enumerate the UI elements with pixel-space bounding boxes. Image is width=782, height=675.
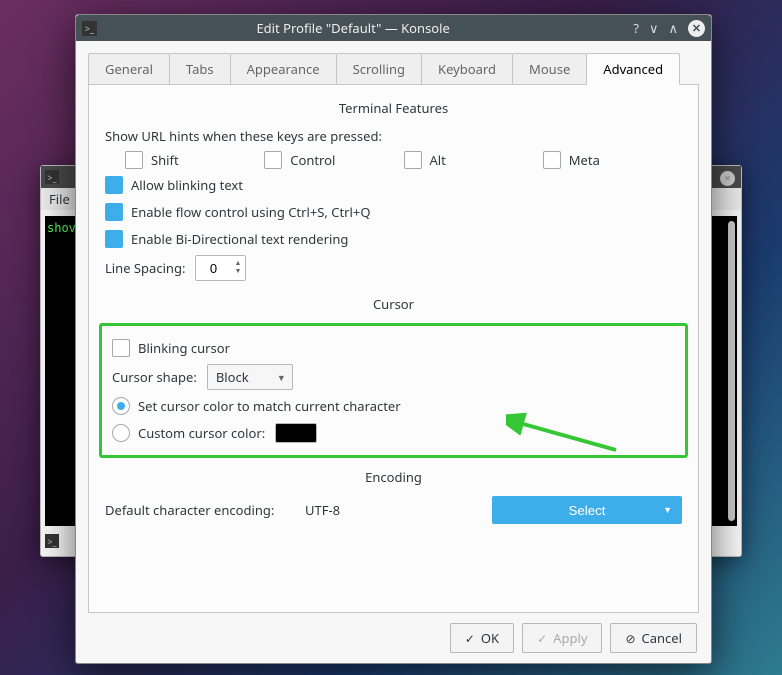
cursor-heading: Cursor (105, 295, 682, 313)
select-encoding-button[interactable]: Select ▼ (492, 496, 682, 524)
meta-checkbox[interactable] (543, 151, 561, 169)
control-checkbox[interactable] (264, 151, 282, 169)
bg-scrollbar[interactable] (728, 221, 735, 521)
encoding-label: Default character encoding: (105, 501, 305, 519)
cursor-shape-select[interactable]: Block ▼ (207, 364, 293, 390)
bidi-label: Enable Bi-Directional text rendering (131, 230, 348, 248)
shift-checkbox[interactable] (125, 151, 143, 169)
terminal-prompt-text: shov (47, 221, 76, 235)
encoding-heading: Encoding (105, 468, 682, 486)
tab-appearance[interactable]: Appearance (230, 53, 337, 84)
line-spacing-stepper[interactable]: ▲▼ (195, 255, 246, 281)
bg-close-icon[interactable]: × (720, 171, 735, 186)
bidi-checkbox[interactable] (105, 230, 123, 248)
line-spacing-input[interactable] (196, 260, 230, 277)
match-color-radio[interactable] (112, 397, 130, 415)
close-button[interactable]: ✕ (688, 20, 705, 37)
tab-keyboard[interactable]: Keyboard (421, 53, 513, 84)
apply-label: Apply (553, 629, 587, 647)
terminal-features-heading: Terminal Features (105, 99, 682, 117)
dialog-button-row: ✓ OK ✓ Apply ⊘ Cancel (88, 613, 699, 655)
alt-label: Alt (430, 151, 446, 169)
cursor-settings-highlight: Blinking cursor Cursor shape: Block ▼ Se… (99, 323, 688, 458)
titlebar[interactable]: >_ Edit Profile "Default" — Konsole ? ∨ … (76, 15, 711, 41)
select-button-label: Select (568, 503, 605, 518)
blinking-cursor-checkbox[interactable] (112, 339, 130, 357)
check-icon: ✓ (537, 630, 547, 647)
custom-color-swatch[interactable] (275, 423, 317, 443)
chevron-down-icon: ▼ (277, 371, 286, 384)
shift-label: Shift (151, 151, 179, 169)
cancel-icon: ⊘ (625, 630, 635, 647)
tab-mouse[interactable]: Mouse (512, 53, 587, 84)
flow-control-checkbox[interactable] (105, 203, 123, 221)
tab-general[interactable]: General (88, 53, 170, 84)
prompt-icon: >_ (45, 534, 59, 548)
meta-label: Meta (569, 151, 600, 169)
encoding-value: UTF-8 (305, 501, 405, 519)
prompt-icon: >_ (45, 170, 59, 184)
allow-blinking-checkbox[interactable] (105, 176, 123, 194)
cursor-shape-value: Block (216, 368, 249, 386)
chevron-down-icon: ▼ (663, 505, 672, 515)
cursor-shape-label: Cursor shape: (112, 368, 197, 386)
match-color-label: Set cursor color to match current charac… (138, 397, 401, 415)
blinking-cursor-label: Blinking cursor (138, 339, 230, 357)
tab-scrolling[interactable]: Scrolling (336, 53, 422, 84)
check-icon: ✓ (465, 630, 475, 647)
menu-file[interactable]: File (49, 190, 70, 208)
edit-profile-dialog: >_ Edit Profile "Default" — Konsole ? ∨ … (75, 14, 712, 664)
tab-panel-advanced: Terminal Features Show URL hints when th… (88, 85, 699, 613)
custom-color-label: Custom cursor color: (138, 424, 265, 442)
cancel-label: Cancel (642, 629, 682, 647)
tab-bar: General Tabs Appearance Scrolling Keyboa… (88, 53, 699, 85)
url-hints-label: Show URL hints when these keys are press… (105, 127, 682, 145)
chevron-down-icon[interactable]: ▼ (234, 268, 241, 276)
minimize-button[interactable]: ∨ (649, 19, 659, 37)
apply-button[interactable]: ✓ Apply (522, 623, 602, 653)
maximize-button[interactable]: ∧ (668, 19, 678, 37)
window-title: Edit Profile "Default" — Konsole (73, 19, 633, 37)
tab-tabs[interactable]: Tabs (169, 53, 231, 84)
line-spacing-label: Line Spacing: (105, 259, 185, 277)
cancel-button[interactable]: ⊘ Cancel (610, 623, 697, 653)
allow-blinking-label: Allow blinking text (131, 176, 243, 194)
tab-advanced[interactable]: Advanced (586, 53, 680, 85)
custom-color-radio[interactable] (112, 424, 130, 442)
control-label: Control (290, 151, 335, 169)
alt-checkbox[interactable] (404, 151, 422, 169)
flow-control-label: Enable flow control using Ctrl+S, Ctrl+Q (131, 203, 371, 221)
ok-button[interactable]: ✓ OK (450, 623, 514, 653)
help-button[interactable]: ? (633, 19, 639, 37)
ok-label: OK (481, 629, 499, 647)
